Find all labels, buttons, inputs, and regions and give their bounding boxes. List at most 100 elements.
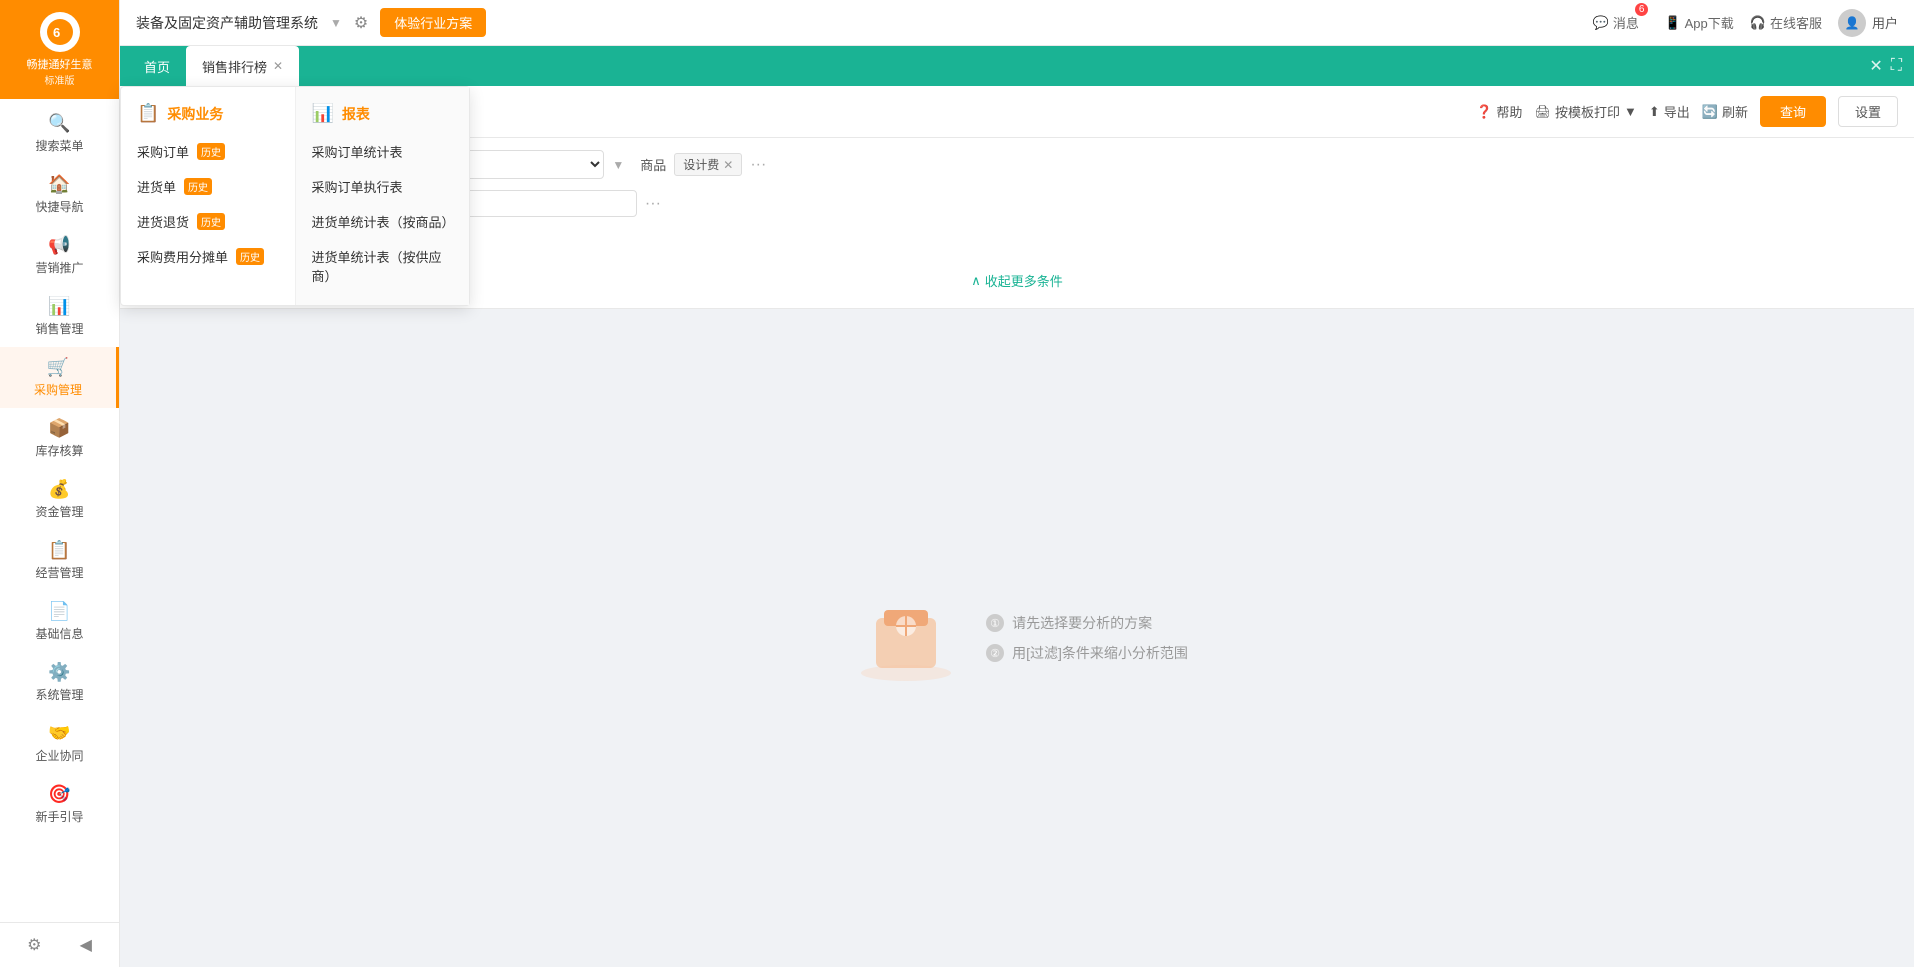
collapse-sidebar-button[interactable]: ◀ <box>80 935 92 955</box>
industry-button[interactable]: 体验行业方案 <box>380 8 486 37</box>
goods-more-button[interactable]: ··· <box>750 156 766 174</box>
purchase-expense-label: 采购费用分摊单 <box>137 247 228 266</box>
sidebar-item-finance[interactable]: 💰 资金管理 <box>0 469 119 530</box>
sidebar-label-search: 搜索菜单 <box>35 137 83 154</box>
header-actions: 💬 消息 6 📱 App下载 🎧 在线客服 👤 用户 <box>1593 9 1898 37</box>
query-button[interactable]: 查询 <box>1760 96 1826 127</box>
purchase-expense-history-badge: 历史 <box>236 248 264 265</box>
empty-hint-1: ① 请先选择要分析的方案 <box>986 613 1188 633</box>
sidebar-item-inventory[interactable]: 📦 库存核算 <box>0 408 119 469</box>
purchase-order-exec-item[interactable]: 采购订单执行表 <box>296 169 470 204</box>
empty-hint-2: ② 用[过滤]条件来缩小分析范围 <box>986 643 1188 663</box>
sidebar-item-search[interactable]: 🔍 搜索菜单 <box>0 103 119 164</box>
purchase-return-item[interactable]: 进货退货 历史 <box>121 204 295 239</box>
export-icon: ⬆ <box>1649 104 1660 120</box>
guide-icon: 🎯 <box>48 784 70 805</box>
purchase-incoming-history-badge: 历史 <box>184 178 212 195</box>
enterprise-icon: 🤝 <box>48 723 70 744</box>
system-settings-icon[interactable]: ⚙ <box>354 13 368 33</box>
purchase-report-header: 📊 报表 <box>296 99 470 134</box>
export-label: 导出 <box>1664 102 1690 121</box>
purchase-dropdown-menu: 📋 采购业务 采购订单 历史 进货单 历史 进货退货 历史 采购费用分摊单 历史… <box>120 86 470 306</box>
sidebar: 6 畅捷通好生意 标准版 🔍 搜索菜单 🏠 快捷导航 📢 营销推广 📊 销售管理… <box>0 0 120 967</box>
sidebar-label-guide: 新手引导 <box>35 808 83 825</box>
search-icon: 🔍 <box>48 113 70 134</box>
home-icon: 🏠 <box>48 174 70 195</box>
expand-window-icon[interactable]: ⛶ <box>1891 57 1902 75</box>
sales-icon: 📊 <box>48 296 70 317</box>
print-button[interactable]: 🖨 按模板打印 ▼ <box>1534 102 1636 121</box>
sidebar-menu: 🔍 搜索菜单 🏠 快捷导航 📢 营销推广 📊 销售管理 🛒 采购管理 📦 库存核… <box>0 99 119 922</box>
sidebar-item-guide[interactable]: 🎯 新手引导 <box>0 774 119 835</box>
avatar: 👤 <box>1838 9 1866 37</box>
incoming-stat-goods-item[interactable]: 进货单统计表（按商品） <box>296 204 470 239</box>
system-title: 装备及固定资产辅助管理系统 <box>136 13 318 33</box>
sidebar-item-sales[interactable]: 📊 销售管理 <box>0 286 119 347</box>
collapse-label: 收起更多条件 <box>985 271 1063 290</box>
salesperson-more-button[interactable]: ··· <box>645 195 661 213</box>
operation-icon: 📋 <box>48 540 70 561</box>
svg-text:6: 6 <box>53 25 60 40</box>
purchase-order-item[interactable]: 采购订单 历史 <box>121 134 295 169</box>
purchase-business-title: 采购业务 <box>167 104 223 124</box>
refresh-label: 刷新 <box>1722 102 1748 121</box>
purchase-order-stat-item[interactable]: 采购订单统计表 <box>296 134 470 169</box>
print-dropdown-icon[interactable]: ▼ <box>1624 104 1637 119</box>
sidebar-item-operation[interactable]: 📋 经营管理 <box>0 530 119 591</box>
sidebar-item-quick-nav[interactable]: 🏠 快捷导航 <box>0 164 119 225</box>
purchase-business-header: 📋 采购业务 <box>121 99 295 134</box>
sidebar-item-marketing[interactable]: 📢 营销推广 <box>0 225 119 286</box>
purchase-expense-item[interactable]: 采购费用分摊单 历史 <box>121 239 295 274</box>
help-button[interactable]: ❓ 帮助 <box>1476 102 1522 121</box>
close-tab-icon[interactable]: ✕ <box>273 59 283 73</box>
top-header: 装备及固定资产辅助管理系统 ▼ ⚙ 体验行业方案 💬 消息 6 📱 App下载 … <box>120 0 1914 46</box>
empty-hint-2-text: 用[过滤]条件来缩小分析范围 <box>1012 643 1188 663</box>
sidebar-item-basic[interactable]: 📄 基础信息 <box>0 591 119 652</box>
tab-sales-rank[interactable]: 销售排行榜 ✕ <box>186 46 299 86</box>
sidebar-label-inventory: 库存核算 <box>35 442 83 459</box>
empty-hint-1-text: 请先选择要分析的方案 <box>1012 613 1152 633</box>
settings-button[interactable]: 设置 <box>1838 96 1898 127</box>
goods-tag-text: 设计费 <box>683 156 719 173</box>
purchase-business-col: 📋 采购业务 采购订单 历史 进货单 历史 进货退货 历史 采购费用分摊单 历史 <box>121 87 295 305</box>
sidebar-label-finance: 资金管理 <box>35 503 83 520</box>
refresh-icon: 🔄 <box>1702 104 1718 120</box>
sidebar-label-basic: 基础信息 <box>35 625 83 642</box>
step-dot-2: ② <box>986 644 1004 662</box>
sidebar-label-quick-nav: 快捷导航 <box>35 198 83 215</box>
print-label: 按模板打印 <box>1555 102 1620 121</box>
user-info[interactable]: 👤 用户 <box>1838 9 1898 37</box>
refresh-button[interactable]: 🔄 刷新 <box>1702 102 1748 121</box>
headset-icon: 🎧 <box>1750 15 1766 31</box>
purchase-incoming-label: 进货单 <box>137 177 176 196</box>
system-dropdown-icon[interactable]: ▼ <box>330 16 342 30</box>
export-button[interactable]: ⬆ 导出 <box>1649 102 1690 121</box>
message-button[interactable]: 💬 消息 6 <box>1593 13 1649 32</box>
sidebar-item-system[interactable]: ⚙️ 系统管理 <box>0 652 119 713</box>
empty-text: ① 请先选择要分析的方案 ② 用[过滤]条件来缩小分析范围 <box>986 613 1188 663</box>
sidebar-label-system: 系统管理 <box>35 686 83 703</box>
incoming-stat-supplier-label: 进货单统计表（按供应商） <box>312 247 454 285</box>
close-window-icon[interactable]: ✕ <box>1869 56 1882 76</box>
sidebar-item-enterprise[interactable]: 🤝 企业协同 <box>0 713 119 774</box>
tab-home[interactable]: 首页 <box>128 46 186 86</box>
incoming-stat-supplier-item[interactable]: 进货单统计表（按供应商） <box>296 239 470 293</box>
goods-tag: 设计费 ✕ <box>674 153 742 176</box>
step-dot-1: ① <box>986 614 1004 632</box>
purchase-incoming-item[interactable]: 进货单 历史 <box>121 169 295 204</box>
goods-tag-close[interactable]: ✕ <box>723 158 733 172</box>
online-service-button[interactable]: 🎧 在线客服 <box>1750 13 1822 32</box>
sidebar-item-purchase[interactable]: 🛒 采购管理 <box>0 347 119 408</box>
collapse-up-icon: ∧ <box>971 273 981 289</box>
message-badge: 6 <box>1635 3 1649 16</box>
empty-illustration <box>846 588 966 688</box>
purchase-business-icon: 📋 <box>137 103 159 124</box>
tab-bar: 首页 销售排行榜 ✕ ✕ ⛶ <box>120 46 1914 86</box>
print-icon: 🖨 <box>1534 104 1551 120</box>
logo-icon: 6 <box>40 12 80 52</box>
settings-footer-button[interactable]: ⚙ <box>27 935 41 955</box>
user-label: 用户 <box>1872 13 1898 32</box>
app-download-button[interactable]: 📱 App下载 <box>1664 13 1733 32</box>
sidebar-label-marketing: 营销推广 <box>35 259 83 276</box>
purchase-order-history-badge: 历史 <box>197 143 225 160</box>
